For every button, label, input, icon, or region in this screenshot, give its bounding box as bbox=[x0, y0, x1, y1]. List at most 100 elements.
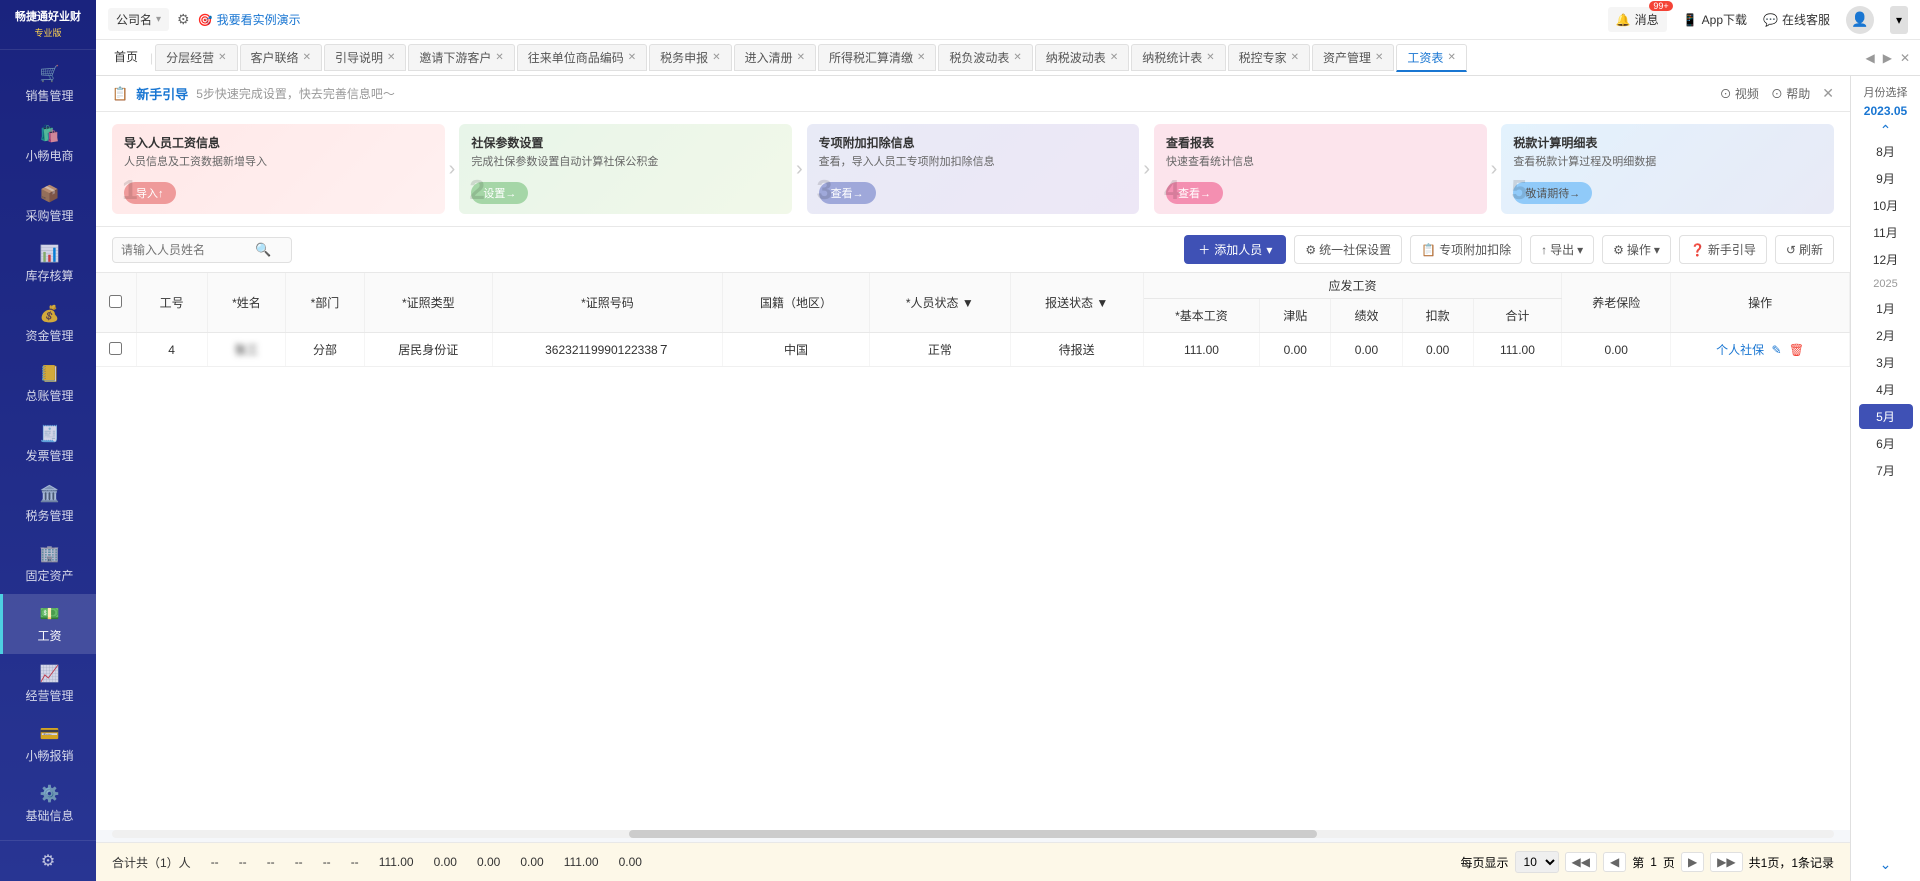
tab-close-icon[interactable]: ✕ bbox=[917, 52, 925, 63]
special-deduction-button[interactable]: 📋 专项附加扣除 bbox=[1410, 235, 1522, 264]
prev-page-button[interactable]: ◀ bbox=[1603, 852, 1626, 872]
tab-税负波动表[interactable]: 税负波动表 ✕ bbox=[938, 44, 1032, 71]
sidebar-item-固定资产[interactable]: 🏢 固定资产 bbox=[0, 534, 96, 594]
sidebar-item-销售管理[interactable]: 🛒 销售管理 bbox=[0, 54, 96, 114]
tab-close-all-icon[interactable]: ✕ bbox=[1898, 49, 1912, 67]
tab-税控专家[interactable]: 税控专家 ✕ bbox=[1228, 44, 1310, 71]
individual-insurance-btn[interactable]: 个人社保 bbox=[1716, 343, 1764, 357]
sidebar-item-总账管理[interactable]: 📒 总账管理 bbox=[0, 354, 96, 414]
first-page-button[interactable]: ◀◀ bbox=[1565, 852, 1597, 872]
tab-label: 工资表 bbox=[1407, 49, 1443, 66]
sidebar-label: 资金管理 bbox=[25, 327, 73, 344]
sidebar-item-资金管理[interactable]: 💰 资金管理 bbox=[0, 294, 96, 354]
export-button[interactable]: ↑ 导出 ▾ bbox=[1530, 235, 1594, 264]
next-page-button[interactable]: ▶ bbox=[1681, 852, 1704, 872]
tab-close-icon[interactable]: ✕ bbox=[1375, 52, 1383, 63]
tab-close-icon[interactable]: ✕ bbox=[1447, 52, 1455, 63]
tab-home[interactable]: 首页 bbox=[104, 44, 148, 71]
sidebar-label: 基础信息 bbox=[25, 807, 73, 824]
edit-btn[interactable]: ✎ bbox=[1771, 343, 1781, 357]
sidebar-item-小畅电商[interactable]: 🛍️ 小畅电商 bbox=[0, 114, 96, 174]
tab-邀请下游客户[interactable]: 邀请下游客户 ✕ bbox=[408, 44, 514, 71]
tab-资产管理[interactable]: 资产管理 ✕ bbox=[1312, 44, 1394, 71]
tab-纳税统计表[interactable]: 纳税统计表 ✕ bbox=[1131, 44, 1225, 71]
month-item-1月[interactable]: 1月 bbox=[1859, 296, 1913, 321]
month-item-11月[interactable]: 11月 bbox=[1859, 220, 1913, 245]
tab-客户联络[interactable]: 客户联络 ✕ bbox=[240, 44, 322, 71]
month-item-9月[interactable]: 9月 bbox=[1859, 166, 1913, 191]
tab-close-icon[interactable]: ✕ bbox=[1291, 52, 1299, 63]
sidebar-item-库存核算[interactable]: 📊 库存核算 bbox=[0, 234, 96, 294]
month-item-active-5[interactable]: 5月 bbox=[1859, 404, 1913, 429]
footer-dash6: -- bbox=[351, 855, 359, 869]
month-item-3月[interactable]: 3月 bbox=[1859, 350, 1913, 375]
tab-close-icon[interactable]: ✕ bbox=[1206, 52, 1214, 63]
select-all-checkbox[interactable] bbox=[109, 295, 122, 308]
horizontal-scrollbar[interactable] bbox=[112, 830, 1834, 838]
search-icon[interactable]: 🔍 bbox=[255, 242, 271, 258]
tab-close-icon[interactable]: ✕ bbox=[628, 52, 636, 63]
add-person-button[interactable]: ＋ 添加人员 ▾ bbox=[1184, 235, 1286, 264]
tab-所得税汇算清缴[interactable]: 所得税汇算清缴 ✕ bbox=[818, 44, 936, 71]
tab-工资表[interactable]: 工资表 ✕ bbox=[1396, 44, 1466, 72]
social-insurance-button[interactable]: ⚙ 统一社保设置 bbox=[1294, 235, 1402, 264]
company-selector[interactable]: 公司名 ▾ bbox=[108, 8, 169, 31]
tab-close-icon[interactable]: ✕ bbox=[1110, 52, 1118, 63]
scroll-thumb[interactable] bbox=[629, 830, 1318, 838]
tab-引导说明[interactable]: 引导说明 ✕ bbox=[324, 44, 406, 71]
month-item-10月[interactable]: 10月 bbox=[1859, 193, 1913, 218]
sidebar-item-发票管理[interactable]: 🧾 发票管理 bbox=[0, 414, 96, 474]
row-checkbox[interactable] bbox=[96, 333, 136, 367]
month-prev-button[interactable]: ⌃ bbox=[1880, 122, 1892, 139]
tab-close-icon[interactable]: ✕ bbox=[303, 52, 311, 63]
user-avatar[interactable]: 👤 bbox=[1846, 6, 1874, 34]
step-arrow-3: › bbox=[1139, 158, 1154, 181]
month-item-6月[interactable]: 6月 bbox=[1859, 431, 1913, 456]
user-menu[interactable]: ▾ bbox=[1890, 6, 1908, 34]
page-size-select[interactable]: 10 20 50 bbox=[1515, 851, 1559, 873]
sidebar-item-税务管理[interactable]: 🏛️ 税务管理 bbox=[0, 474, 96, 534]
tab-税务申报[interactable]: 税务申报 ✕ bbox=[649, 44, 731, 71]
search-input[interactable] bbox=[121, 243, 251, 257]
tab-纳税波动表[interactable]: 纳税波动表 ✕ bbox=[1035, 44, 1129, 71]
tab-进入清册[interactable]: 进入清册 ✕ bbox=[734, 44, 816, 71]
sidebar-item-经营管理[interactable]: 📈 经营管理 bbox=[0, 654, 96, 714]
delete-btn[interactable]: 🗑 bbox=[1789, 343, 1804, 357]
month-item-8月[interactable]: 8月 bbox=[1859, 139, 1913, 164]
tab-close-icon[interactable]: ✕ bbox=[387, 52, 395, 63]
sidebar-item-小畅报销[interactable]: 💳 小畅报销 bbox=[0, 714, 96, 774]
tab-close-icon[interactable]: ✕ bbox=[797, 52, 805, 63]
tab-scroll-left-icon[interactable]: ◀ bbox=[1863, 49, 1876, 67]
guide-help-link[interactable]: ⊙ 帮助 bbox=[1771, 85, 1810, 102]
tab-close-icon[interactable]: ✕ bbox=[712, 52, 720, 63]
month-item-2月[interactable]: 2月 bbox=[1859, 323, 1913, 348]
tab-close-icon[interactable]: ✕ bbox=[495, 52, 503, 63]
online-service-button[interactable]: 💬 在线客服 bbox=[1763, 11, 1830, 28]
row-name: 张三 bbox=[207, 333, 286, 367]
operations-button[interactable]: ⚙ 操作 ▾ bbox=[1602, 235, 1671, 264]
tab-分层经营[interactable]: 分层经营 ✕ bbox=[155, 44, 237, 71]
settings-icon[interactable]: ⚙ bbox=[41, 851, 55, 871]
footer-dash1: -- bbox=[211, 855, 219, 869]
tab-close-icon[interactable]: ✕ bbox=[1013, 52, 1021, 63]
last-page-button[interactable]: ▶▶ bbox=[1710, 852, 1742, 872]
demo-link[interactable]: 🎯 我要看实例演示 bbox=[198, 11, 301, 28]
row-check[interactable] bbox=[109, 342, 122, 355]
tab-scroll-right-icon[interactable]: ▶ bbox=[1881, 49, 1894, 67]
app-download-button[interactable]: 📱 App下载 bbox=[1683, 11, 1747, 28]
month-item-7月[interactable]: 7月 bbox=[1859, 458, 1913, 483]
refresh-button[interactable]: ↺ 刷新 bbox=[1775, 235, 1834, 264]
month-item-4月[interactable]: 4月 bbox=[1859, 377, 1913, 402]
month-item-12月[interactable]: 12月 bbox=[1859, 247, 1913, 272]
notification-button[interactable]: 🔔 消息 99+ bbox=[1608, 7, 1667, 32]
tab-close-icon[interactable]: ✕ bbox=[218, 52, 226, 63]
guide-button[interactable]: ❓ 新手引导 bbox=[1679, 235, 1767, 264]
sidebar-item-工资[interactable]: 💵 工资 bbox=[0, 594, 96, 654]
tab-往来单位商品编码[interactable]: 往来单位商品编码 ✕ bbox=[517, 44, 647, 71]
settings-icon[interactable]: ⚙ bbox=[177, 11, 190, 28]
guide-video-link[interactable]: ⊙ 视频 bbox=[1720, 85, 1759, 102]
month-next-button[interactable]: ⌄ bbox=[1880, 856, 1892, 873]
sidebar-item-采购管理[interactable]: 📦 采购管理 bbox=[0, 174, 96, 234]
sidebar-item-基础信息[interactable]: ⚙️ 基础信息 bbox=[0, 774, 96, 834]
guide-close-button[interactable]: ✕ bbox=[1822, 85, 1834, 102]
